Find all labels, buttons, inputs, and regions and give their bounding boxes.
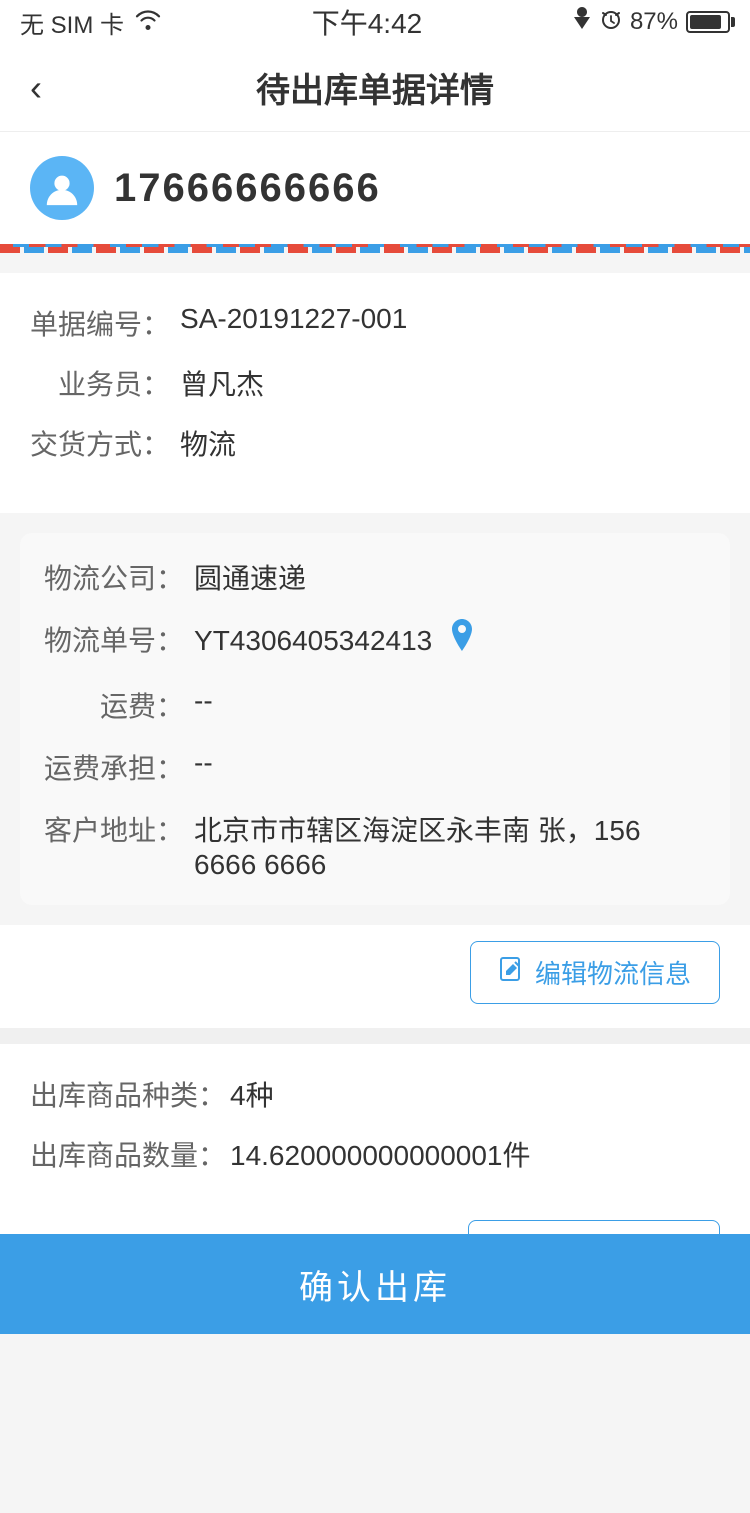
edit-btn-row: 编辑物流信息 — [0, 925, 750, 1028]
goods-quantity-row: 出库商品数量： 14.620000000000001件 — [30, 1134, 720, 1174]
goods-types-value: 4种 — [230, 1074, 274, 1114]
address-row: 客户地址： 北京市市辖区海淀区永丰南 张，156 6666 6666 — [44, 809, 706, 881]
location-status-icon — [572, 7, 592, 38]
delivery-method-row: 交货方式： 物流 — [30, 423, 720, 463]
freight-bearer-label: 运费承担： — [44, 747, 184, 787]
customer-header: 17666666666 — [0, 132, 750, 247]
delivery-method-label: 交货方式： — [30, 423, 170, 463]
document-number-label: 单据编号： — [30, 303, 170, 343]
status-right: 87% — [572, 7, 730, 38]
goods-section: 出库商品种类： 4种 出库商品数量： 14.620000000000001件 — [0, 1044, 750, 1210]
address-label: 客户地址： — [44, 809, 184, 849]
sales-person-value: 曾凡杰 — [180, 363, 720, 403]
logistics-company-value: 圆通速递 — [194, 557, 706, 597]
battery-icon — [686, 11, 730, 33]
address-value: 北京市市辖区海淀区永丰南 张，156 6666 6666 — [194, 809, 706, 881]
battery-percent: 87% — [630, 8, 678, 36]
sales-person-label: 业务员： — [30, 363, 170, 403]
section-separator-1 — [0, 1028, 750, 1044]
edit-logistics-button[interactable]: 编辑物流信息 — [470, 941, 720, 1004]
document-number-row: 单据编号： SA-20191227-001 — [30, 303, 720, 343]
freight-bearer-value: -- — [194, 747, 706, 779]
confirm-button-bar[interactable]: 确认出库 — [0, 1234, 750, 1334]
back-button[interactable]: ‹ — [30, 67, 42, 109]
customer-phone: 17666666666 — [114, 166, 381, 211]
goods-types-row: 出库商品种类： 4种 — [30, 1074, 720, 1114]
logistics-tracking-value: YT4306405342413 — [194, 619, 706, 663]
delivery-method-value: 物流 — [180, 423, 720, 463]
wifi-icon — [134, 8, 162, 37]
edit-logistics-label: 编辑物流信息 — [535, 954, 691, 991]
logistics-company-row: 物流公司： 圆通速递 — [44, 557, 706, 597]
status-time: 下午4:42 — [312, 2, 423, 42]
freight-value: -- — [194, 685, 706, 717]
logistics-tracking-row: 物流单号： YT4306405342413 — [44, 619, 706, 663]
freight-row: 运费： -- — [44, 685, 706, 725]
logistics-company-label: 物流公司： — [44, 557, 184, 597]
status-bar: 无 SIM 卡 下午4:42 87% — [0, 0, 750, 44]
sales-person-row: 业务员： 曾凡杰 — [30, 363, 720, 403]
nav-bar: ‹ 待出库单据详情 — [0, 44, 750, 132]
goods-quantity-value: 14.620000000000001件 — [230, 1134, 531, 1174]
goods-quantity-label: 出库商品数量： — [30, 1134, 230, 1174]
status-left: 无 SIM 卡 — [20, 5, 162, 40]
avatar — [30, 156, 94, 220]
bottom-spacer — [0, 1313, 750, 1513]
goods-types-label: 出库商品种类： — [30, 1074, 230, 1114]
dashed-divider — [0, 247, 750, 253]
page-title: 待出库单据详情 — [256, 63, 494, 112]
sim-label: 无 SIM 卡 — [20, 5, 124, 40]
tracking-location-icon[interactable] — [446, 619, 478, 663]
edit-icon — [499, 956, 525, 989]
confirm-button-label: 确认出库 — [299, 1260, 451, 1309]
alarm-icon — [600, 8, 622, 37]
freight-bearer-row: 运费承担： -- — [44, 747, 706, 787]
logistics-card: 物流公司： 圆通速递 物流单号： YT4306405342413 运费： -- … — [20, 533, 730, 905]
freight-label: 运费： — [44, 685, 184, 725]
document-number-value: SA-20191227-001 — [180, 303, 720, 335]
basic-info-section: 单据编号： SA-20191227-001 业务员： 曾凡杰 交货方式： 物流 — [0, 273, 750, 513]
logistics-tracking-label: 物流单号： — [44, 619, 184, 659]
